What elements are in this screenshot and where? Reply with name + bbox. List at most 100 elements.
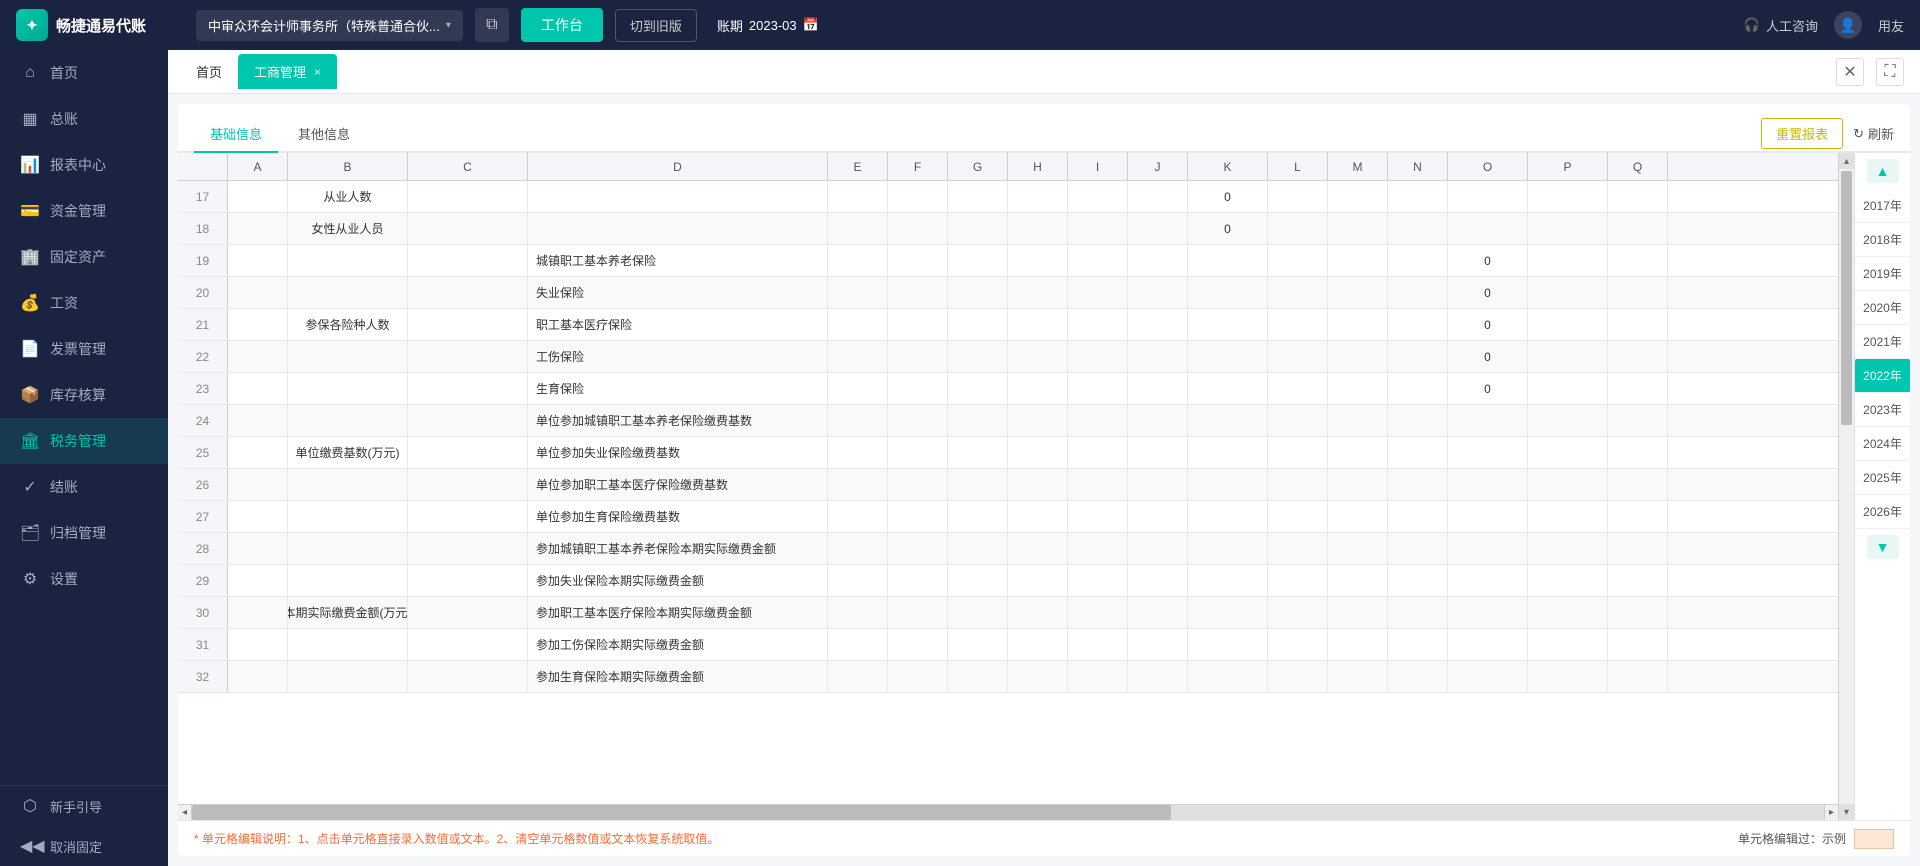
cell-q31[interactable] [1608, 629, 1668, 660]
cell-j31[interactable] [1128, 629, 1188, 660]
cell-p28[interactable] [1528, 533, 1608, 564]
cell-g19[interactable] [948, 245, 1008, 276]
year-item-2017[interactable]: 2017年 [1855, 189, 1910, 223]
scroll-thumb[interactable] [192, 805, 1171, 820]
cell-i25[interactable] [1068, 437, 1128, 468]
cell-g30[interactable] [948, 597, 1008, 628]
cell-o32[interactable] [1448, 661, 1528, 692]
cell-k22[interactable] [1188, 341, 1268, 372]
tab-basic-info[interactable]: 基础信息 [194, 116, 278, 153]
cell-a25[interactable] [228, 437, 288, 468]
calendar-icon[interactable]: 📅 [803, 17, 819, 33]
cell-c28[interactable] [408, 533, 528, 564]
cell-g18[interactable] [948, 213, 1008, 244]
tab-home[interactable]: 首页 [184, 54, 234, 89]
cell-c20[interactable] [408, 277, 528, 308]
cell-f30[interactable] [888, 597, 948, 628]
cell-p24[interactable] [1528, 405, 1608, 436]
cell-p17[interactable] [1528, 181, 1608, 212]
cell-n20[interactable] [1388, 277, 1448, 308]
cell-b24[interactable] [288, 405, 408, 436]
company-selector[interactable]: 中审众环会计师事务所（特殊普通合伙... ▾ [196, 10, 463, 41]
cell-o25[interactable] [1448, 437, 1528, 468]
cell-l32[interactable] [1268, 661, 1328, 692]
cell-b18[interactable]: 女性从业人员 [288, 213, 408, 244]
expand-button[interactable]: ⛶ [1876, 58, 1904, 86]
cell-c31[interactable] [408, 629, 528, 660]
cell-a28[interactable] [228, 533, 288, 564]
cell-o17[interactable] [1448, 181, 1528, 212]
cell-q18[interactable] [1608, 213, 1668, 244]
cell-i23[interactable] [1068, 373, 1128, 404]
year-item-2019[interactable]: 2019年 [1855, 257, 1910, 291]
cell-e27[interactable] [828, 501, 888, 532]
cell-p21[interactable] [1528, 309, 1608, 340]
cell-b26[interactable] [288, 469, 408, 500]
cell-m28[interactable] [1328, 533, 1388, 564]
cell-o26[interactable] [1448, 469, 1528, 500]
scroll-left-button[interactable]: ◂ [178, 805, 192, 820]
cell-k27[interactable] [1188, 501, 1268, 532]
cell-h32[interactable] [1008, 661, 1068, 692]
cell-g26[interactable] [948, 469, 1008, 500]
cell-h19[interactable] [1008, 245, 1068, 276]
cell-m21[interactable] [1328, 309, 1388, 340]
cell-h25[interactable] [1008, 437, 1068, 468]
cell-i30[interactable] [1068, 597, 1128, 628]
cell-i28[interactable] [1068, 533, 1128, 564]
cell-g24[interactable] [948, 405, 1008, 436]
cell-q26[interactable] [1608, 469, 1668, 500]
cell-f32[interactable] [888, 661, 948, 692]
cell-k30[interactable] [1188, 597, 1268, 628]
service-link[interactable]: 🎧 人工咨询 [1744, 16, 1818, 35]
cell-n22[interactable] [1388, 341, 1448, 372]
cell-l26[interactable] [1268, 469, 1328, 500]
cell-q24[interactable] [1608, 405, 1668, 436]
cell-f28[interactable] [888, 533, 948, 564]
sidebar-item-reports[interactable]: 📊 报表中心 [0, 142, 168, 188]
cell-e30[interactable] [828, 597, 888, 628]
workbench-button[interactable]: 工作台 [521, 8, 603, 42]
cell-m17[interactable] [1328, 181, 1388, 212]
cell-c25[interactable] [408, 437, 528, 468]
cell-c21[interactable] [408, 309, 528, 340]
cell-p26[interactable] [1528, 469, 1608, 500]
cell-d27[interactable]: 单位参加生育保险缴费基数 [528, 501, 828, 532]
cell-h24[interactable] [1008, 405, 1068, 436]
cell-g28[interactable] [948, 533, 1008, 564]
cell-c19[interactable] [408, 245, 528, 276]
cell-a23[interactable] [228, 373, 288, 404]
cell-k19[interactable] [1188, 245, 1268, 276]
cell-q27[interactable] [1608, 501, 1668, 532]
cell-j27[interactable] [1128, 501, 1188, 532]
cell-d17[interactable] [528, 181, 828, 212]
cell-d31[interactable]: 参加工伤保险本期实际缴费金额 [528, 629, 828, 660]
cell-f24[interactable] [888, 405, 948, 436]
cell-e17[interactable] [828, 181, 888, 212]
cell-c23[interactable] [408, 373, 528, 404]
cell-j29[interactable] [1128, 565, 1188, 596]
sidebar-item-tax[interactable]: 🏛 税务管理 [0, 418, 168, 464]
sidebar-item-finance[interactable]: 💳 资金管理 [0, 188, 168, 234]
cell-d18[interactable] [528, 213, 828, 244]
cell-n32[interactable] [1388, 661, 1448, 692]
cell-l20[interactable] [1268, 277, 1328, 308]
cell-i32[interactable] [1068, 661, 1128, 692]
cell-b19[interactable] [288, 245, 408, 276]
cell-m25[interactable] [1328, 437, 1388, 468]
cell-k25[interactable] [1188, 437, 1268, 468]
cell-d29[interactable]: 参加失业保险本期实际缴费金额 [528, 565, 828, 596]
cell-n27[interactable] [1388, 501, 1448, 532]
cell-h17[interactable] [1008, 181, 1068, 212]
cell-b17[interactable]: 从业人数 [288, 181, 408, 212]
cell-l30[interactable] [1268, 597, 1328, 628]
year-item-2022[interactable]: 2022年 [1855, 359, 1910, 393]
cell-g17[interactable] [948, 181, 1008, 212]
cell-h31[interactable] [1008, 629, 1068, 660]
cell-b21[interactable]: 参保各险种人数 [288, 309, 408, 340]
cell-q23[interactable] [1608, 373, 1668, 404]
user-avatar[interactable]: 👤 [1834, 11, 1862, 39]
cell-i19[interactable] [1068, 245, 1128, 276]
year-item-2025[interactable]: 2025年 [1855, 461, 1910, 495]
cell-k31[interactable] [1188, 629, 1268, 660]
